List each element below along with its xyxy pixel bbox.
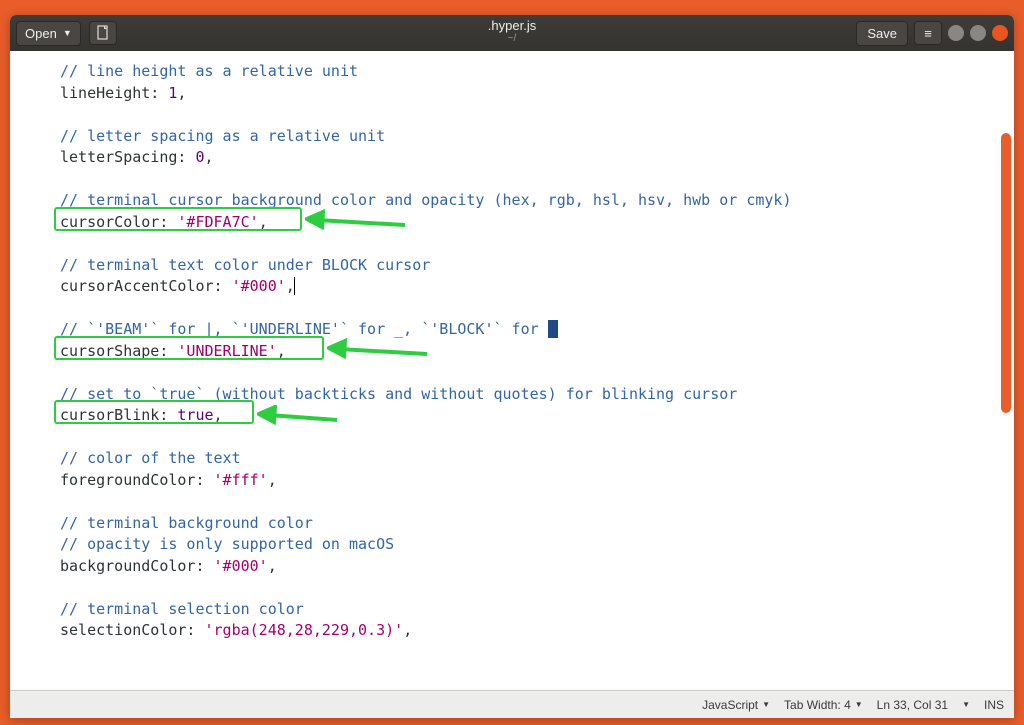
hamburger-menu-button[interactable]: ≡ xyxy=(914,21,942,45)
scrollbar[interactable] xyxy=(1000,95,1012,654)
new-doc-icon xyxy=(96,25,110,41)
cursor-position[interactable]: Ln 33, Col 31 xyxy=(877,698,948,712)
statusbar: JavaScript▼ Tab Width: 4▼ Ln 33, Col 31 … xyxy=(10,690,1014,718)
hamburger-icon: ≡ xyxy=(924,26,932,41)
minimize-button[interactable] xyxy=(948,25,964,41)
annotation-arrow-2 xyxy=(327,338,432,362)
chevron-down-icon[interactable]: ▼ xyxy=(962,700,970,709)
close-button[interactable] xyxy=(992,25,1008,41)
chevron-down-icon: ▼ xyxy=(63,28,72,38)
annotation-box-1 xyxy=(54,207,302,231)
maximize-button[interactable] xyxy=(970,25,986,41)
annotation-box-2 xyxy=(54,336,324,360)
scrollbar-thumb[interactable] xyxy=(1001,133,1011,413)
annotation-arrow-1 xyxy=(305,209,410,233)
title-center: .hyper.js ~/ xyxy=(488,15,536,44)
insert-mode[interactable]: INS xyxy=(984,698,1004,712)
filepath: ~/ xyxy=(488,33,536,44)
chevron-down-icon: ▼ xyxy=(855,700,863,709)
open-button[interactable]: Open ▼ xyxy=(16,21,81,46)
annotation-box-3 xyxy=(54,400,254,424)
block-cursor-glyph xyxy=(548,320,558,338)
annotation-arrow-3 xyxy=(257,405,342,429)
filename: .hyper.js xyxy=(488,19,536,33)
new-document-button[interactable] xyxy=(89,21,117,45)
open-label: Open xyxy=(25,26,57,41)
save-button[interactable]: Save xyxy=(856,21,908,46)
text-cursor xyxy=(294,277,295,295)
titlebar: Open ▼ .hyper.js ~/ Save ≡ xyxy=(10,15,1014,51)
chevron-down-icon: ▼ xyxy=(762,700,770,709)
language-selector[interactable]: JavaScript▼ xyxy=(702,698,770,712)
code-editor[interactable]: // line height as a relative unit lineHe… xyxy=(10,51,1014,690)
editor-window: Open ▼ .hyper.js ~/ Save ≡ xyxy=(10,15,1014,718)
tab-width-selector[interactable]: Tab Width: 4▼ xyxy=(784,698,863,712)
